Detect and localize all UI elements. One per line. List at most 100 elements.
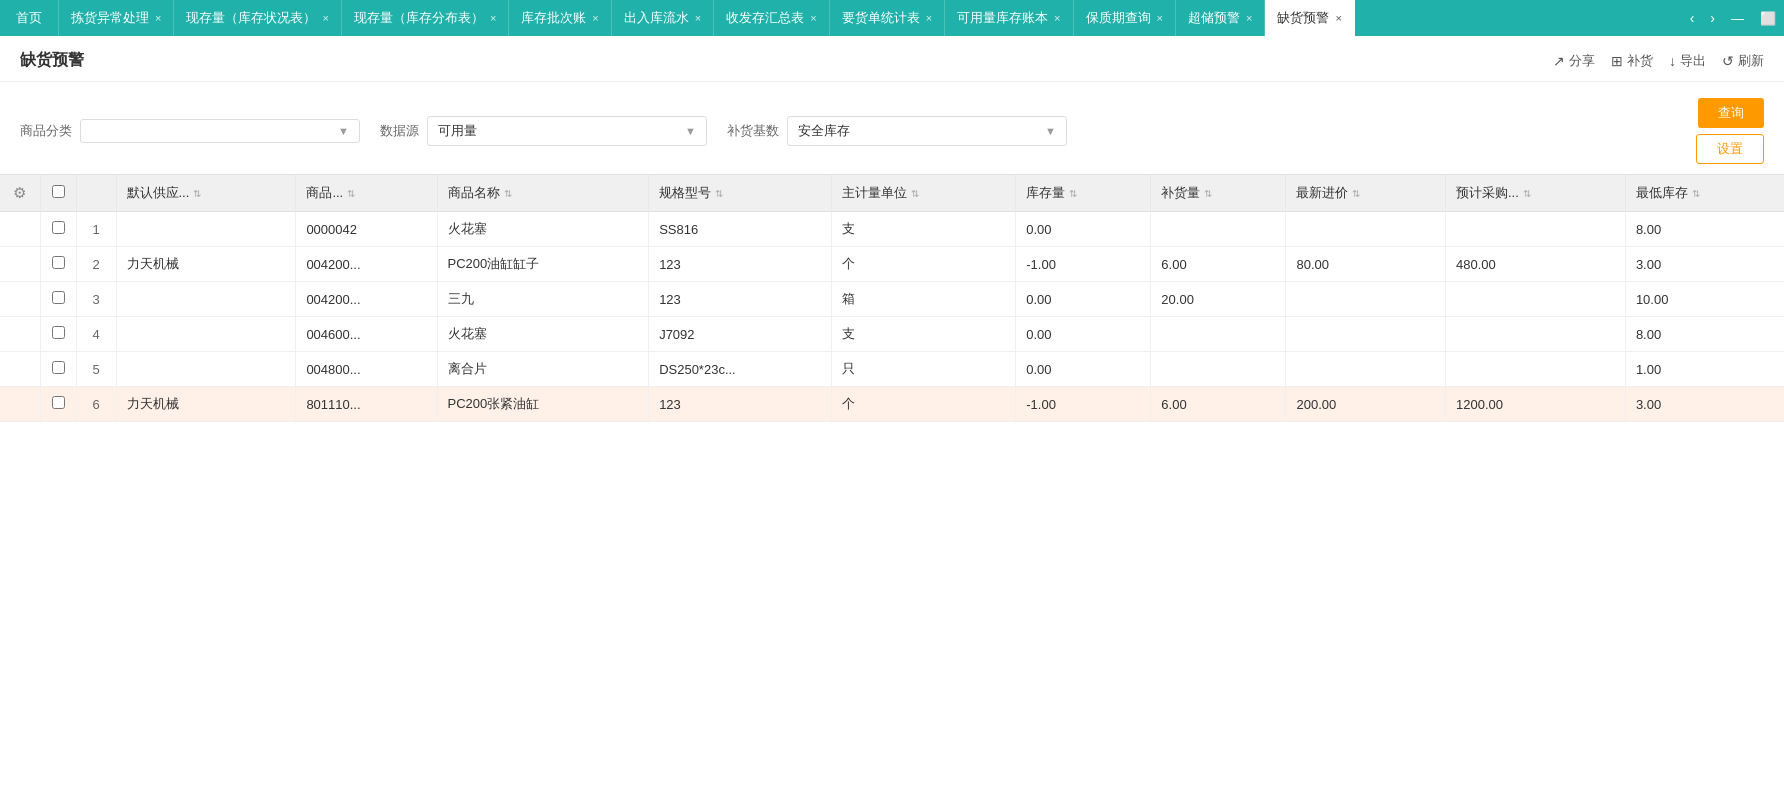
tab-item-overstock[interactable]: 超储预警× [1176,0,1265,36]
th-est-purchase: 预计采购...⇅ [1446,175,1626,212]
sort-icon-replenish[interactable]: ⇅ [1204,188,1212,199]
row-min-stock-3: 8.00 [1625,317,1784,352]
row-unit-4: 只 [832,352,1016,387]
row-name-3: 火花塞 [437,317,649,352]
category-filter-group: 商品分类 ▼ [20,119,360,143]
th-min-stock-label: 最低库存 [1636,184,1688,202]
row-stock-2: 0.00 [1016,282,1151,317]
tab-close-available-ledger[interactable]: × [1054,12,1060,24]
category-select[interactable]: ▼ [80,119,360,143]
row-min-stock-5: 3.00 [1625,387,1784,422]
row-supplier-4 [116,352,296,387]
tab-close-inventory-dist[interactable]: × [490,12,496,24]
row-checkbox-5[interactable] [52,396,65,409]
header-action-replenish[interactable]: ⊞补货 [1611,52,1653,70]
row-est-purchase-2 [1446,282,1626,317]
row-price-0 [1286,212,1446,247]
row-name-5: PC200张紧油缸 [437,387,649,422]
tab-item-recv-summary[interactable]: 收发存汇总表× [714,0,829,36]
row-unit-0: 支 [832,212,1016,247]
export-label: 导出 [1680,52,1706,70]
row-checkbox-3[interactable] [52,326,65,339]
tab-close-exception[interactable]: × [155,12,161,24]
datasource-select[interactable]: 可用量 ▼ [427,116,707,146]
sort-icon-code[interactable]: ⇅ [347,188,355,199]
sort-icon-unit[interactable]: ⇅ [911,188,919,199]
tab-maximize-button[interactable]: ⬜ [1752,0,1784,36]
header-action-export[interactable]: ↓导出 [1669,52,1706,70]
select-all-checkbox[interactable] [52,185,65,198]
tab-item-available-ledger[interactable]: 可用量库存账本 × [945,0,1073,36]
tab-nav-buttons: ‹ › — ⬜ [1682,0,1784,36]
th-replenish-qty: 补货量 ⇅ [1151,175,1286,212]
tab-close-expiry-query[interactable]: × [1157,12,1163,24]
row-replenish-3 [1151,317,1286,352]
tab-item-home[interactable]: 首页 [0,0,59,36]
sort-icon-stock[interactable]: ⇅ [1069,188,1077,199]
row-replenish-1: 6.00 [1151,247,1286,282]
row-min-stock-2: 10.00 [1625,282,1784,317]
row-stock-5: -1.00 [1016,387,1151,422]
sort-icon-est-purchase[interactable]: ⇅ [1523,188,1531,199]
th-settings: ⚙ [0,175,40,212]
table-container: ⚙ 默认供应...⇅ 商品...⇅ 商品名称⇅ [0,174,1784,442]
row-checkbox-2[interactable] [52,291,65,304]
row-spec-0: SS816 [649,212,832,247]
tab-close-inventory-status[interactable]: × [322,12,328,24]
sort-icon-price[interactable]: ⇅ [1352,188,1360,199]
table-row: 3 004200... 三九 123 箱 0.00 20.00 10.00 [0,282,1784,317]
tab-minimize-button[interactable]: — [1723,0,1752,36]
datasource-select-value: 可用量 [438,122,477,140]
row-price-3 [1286,317,1446,352]
tab-item-exception[interactable]: 拣货异常处理× [59,0,174,36]
header-action-share[interactable]: ↗分享 [1553,52,1595,70]
tab-item-expiry-query[interactable]: 保质期查询× [1074,0,1176,36]
tab-item-inventory-dist[interactable]: 现存量（库存分布表） × [342,0,509,36]
settings-gear-icon[interactable]: ⚙ [13,184,26,201]
tab-close-batch-account[interactable]: × [592,12,598,24]
row-checkbox-1[interactable] [52,256,65,269]
sort-icon-spec[interactable]: ⇅ [715,188,723,199]
sort-icon-min-stock[interactable]: ⇅ [1692,188,1700,199]
tab-item-inout-flow[interactable]: 出入库流水× [612,0,714,36]
tab-close-recv-summary[interactable]: × [810,12,816,24]
replenish-base-select[interactable]: 安全库存 ▼ [787,116,1067,146]
row-checkbox-4[interactable] [52,361,65,374]
row-unit-5: 个 [832,387,1016,422]
th-unit: 主计量单位⇅ [832,175,1016,212]
row-checkbox-0[interactable] [52,221,65,234]
tab-item-batch-account[interactable]: 库存批次账× [509,0,611,36]
query-button[interactable]: 查询 [1698,98,1764,128]
category-label: 商品分类 [20,122,72,140]
th-latest-price: 最新进价⇅ [1286,175,1446,212]
tab-item-shortage[interactable]: 缺货预警× [1265,0,1354,36]
sort-icon-name[interactable]: ⇅ [504,188,512,199]
tab-close-order-stats[interactable]: × [926,12,932,24]
th-product-name-label: 商品名称 [448,184,500,202]
sort-icon-supplier[interactable]: ⇅ [193,188,201,199]
tab-prev-button[interactable]: ‹ [1682,0,1703,36]
tab-next-button[interactable]: › [1702,0,1723,36]
replenish-base-select-value: 安全库存 [798,122,850,140]
header-action-refresh[interactable]: ↺刷新 [1722,52,1764,70]
row-seq-1: 2 [76,247,116,282]
row-seq-2: 3 [76,282,116,317]
export-icon: ↓ [1669,53,1676,69]
tab-close-inout-flow[interactable]: × [695,12,701,24]
tab-label-inventory-dist: 现存量（库存分布表） [354,9,484,27]
settings-button[interactable]: 设置 [1696,134,1764,164]
row-seq-3: 4 [76,317,116,352]
row-replenish-4 [1151,352,1286,387]
tab-label-available-ledger: 可用量库存账本 [957,9,1048,27]
tab-item-order-stats[interactable]: 要货单统计表× [830,0,945,36]
page-header: 缺货预警 ↗分享⊞补货↓导出↺刷新 [0,36,1784,82]
th-stock-label: 库存量 [1026,184,1065,202]
row-supplier-1: 力天机械 [116,247,296,282]
tab-item-inventory-status[interactable]: 现存量（库存状况表）× [174,0,341,36]
tab-close-overstock[interactable]: × [1246,12,1252,24]
tab-close-shortage[interactable]: × [1335,12,1341,24]
row-replenish-0 [1151,212,1286,247]
row-name-4: 离合片 [437,352,649,387]
th-replenish-qty-label: 补货量 [1161,184,1200,202]
table-row: 6 力天机械 801110... PC200张紧油缸 123 个 -1.00 6… [0,387,1784,422]
